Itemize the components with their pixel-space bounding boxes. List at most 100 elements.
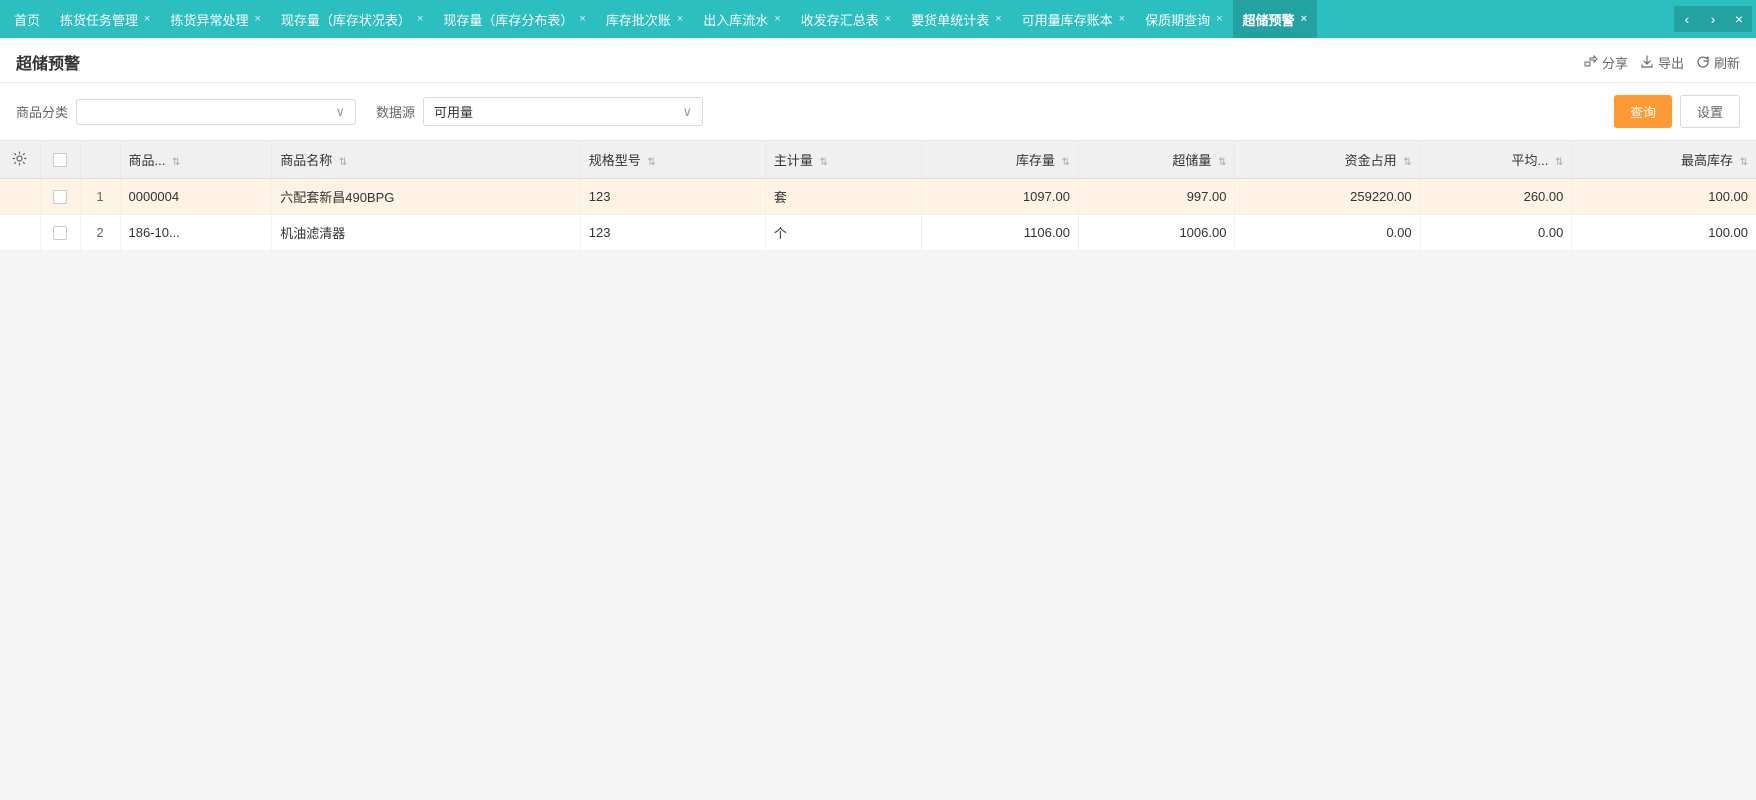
- col-label: 超储量: [1172, 153, 1211, 168]
- col-capital-header[interactable]: 资金占用 ⇅: [1235, 141, 1420, 179]
- nav-label: 拣货任务管理: [60, 10, 138, 29]
- sort-icon: ⇅: [1218, 157, 1226, 168]
- row-max-stock: 100.00: [1572, 179, 1756, 215]
- row-capital: 0.00: [1235, 215, 1420, 251]
- close-icon[interactable]: ×: [1301, 13, 1307, 25]
- col-label: 商品名称: [280, 153, 332, 168]
- refresh-label: 刷新: [1714, 53, 1740, 72]
- nav-next-button[interactable]: ›: [1700, 6, 1726, 32]
- row-avg: 0.00: [1420, 215, 1572, 251]
- row-avg: 260.00: [1420, 179, 1572, 215]
- close-icon[interactable]: ×: [1119, 13, 1125, 25]
- row-no: 2: [80, 215, 120, 251]
- nav-close-button[interactable]: ×: [1726, 6, 1752, 32]
- col-overstock-header[interactable]: 超储量 ⇅: [1078, 141, 1235, 179]
- nav-item-inventory-dist[interactable]: 现存量（库存分布表） ×: [433, 0, 595, 38]
- close-icon[interactable]: ×: [579, 13, 585, 25]
- query-button[interactable]: 查询: [1614, 95, 1672, 128]
- col-label: 规格型号: [589, 153, 641, 168]
- row-gear: [0, 179, 40, 215]
- sort-icon: ⇅: [1740, 157, 1748, 168]
- close-icon[interactable]: ×: [1216, 13, 1222, 25]
- row-overstock: 997.00: [1078, 179, 1235, 215]
- col-label: 库存量: [1016, 153, 1055, 168]
- col-label: 商品...: [129, 153, 166, 168]
- nav-label: 超储预警: [1243, 10, 1295, 29]
- nav-label: 拣货异常处理: [170, 10, 248, 29]
- row-check[interactable]: [40, 179, 80, 215]
- home-label: 首页: [14, 10, 40, 29]
- col-spec-header[interactable]: 规格型号 ⇅: [580, 141, 765, 179]
- nav-label: 要货单统计表: [911, 10, 989, 29]
- col-label: 最高库存: [1681, 153, 1733, 168]
- row-stock: 1097.00: [922, 179, 1079, 215]
- nav-label: 现存量（库存状况表）: [281, 10, 411, 29]
- close-icon[interactable]: ×: [417, 13, 423, 25]
- close-icon[interactable]: ×: [677, 13, 683, 25]
- nav-label: 可用量库存账本: [1022, 10, 1113, 29]
- col-label: 资金占用: [1345, 153, 1397, 168]
- refresh-button[interactable]: 刷新: [1696, 53, 1740, 72]
- col-stock-header[interactable]: 库存量 ⇅: [922, 141, 1079, 179]
- header-checkbox[interactable]: [53, 153, 67, 167]
- datasource-select[interactable]: 可用量 ∨: [423, 97, 703, 126]
- col-label: 主计量: [774, 153, 813, 168]
- col-unit-header[interactable]: 主计量 ⇅: [765, 141, 922, 179]
- nav-bar: 首页 拣货任务管理 × 拣货异常处理 × 现存量（库存状况表） × 现存量（库存…: [0, 0, 1756, 38]
- nav-item-order-stats[interactable]: 要货单统计表 ×: [901, 0, 1011, 38]
- nav-item-in-out-flow[interactable]: 出入库流水 ×: [693, 0, 790, 38]
- gear-icon: [12, 151, 27, 166]
- nav-item-inventory-status[interactable]: 现存量（库存状况表） ×: [271, 0, 433, 38]
- row-overstock: 1006.00: [1078, 215, 1235, 251]
- share-button[interactable]: 分享: [1584, 53, 1628, 72]
- row-gear: [0, 215, 40, 251]
- nav-item-summary[interactable]: 收发存汇总表 ×: [791, 0, 901, 38]
- sort-icon: ⇅: [1062, 157, 1070, 168]
- col-max-stock-header[interactable]: 最高库存 ⇅: [1572, 141, 1756, 179]
- col-avg-header[interactable]: 平均... ⇅: [1420, 141, 1572, 179]
- col-product-code-header[interactable]: 商品... ⇅: [120, 141, 272, 179]
- row-no: 1: [80, 179, 120, 215]
- col-check-header[interactable]: [40, 141, 80, 179]
- share-icon: [1584, 55, 1598, 69]
- category-filter-group: 商品分类 ∨: [16, 99, 356, 125]
- nav-item-available-account[interactable]: 可用量库存账本 ×: [1012, 0, 1135, 38]
- col-gear[interactable]: [0, 141, 40, 179]
- table-container: 商品... ⇅ 商品名称 ⇅ 规格型号 ⇅ 主计量 ⇅ 库存量 ⇅: [0, 141, 1756, 251]
- nav-prev-button[interactable]: ‹: [1674, 6, 1700, 32]
- chevron-down-icon: ∨: [336, 104, 346, 120]
- export-icon: [1640, 55, 1654, 69]
- table-row: 1 0000004 六配套新昌490BPG 123 套 1097.00 997.…: [0, 179, 1756, 215]
- close-icon[interactable]: ×: [995, 13, 1001, 25]
- export-button[interactable]: 导出: [1640, 53, 1684, 72]
- datasource-value: 可用量: [434, 102, 473, 121]
- col-product-name-header[interactable]: 商品名称 ⇅: [272, 141, 581, 179]
- share-label: 分享: [1602, 53, 1628, 72]
- filter-area: 商品分类 ∨ 数据源 可用量 ∨ 查询 设置: [0, 83, 1756, 141]
- row-checkbox[interactable]: [53, 190, 67, 204]
- row-unit: 个: [765, 215, 922, 251]
- nav-item-pick-exception[interactable]: 拣货异常处理 ×: [160, 0, 270, 38]
- nav-item-pick-task[interactable]: 拣货任务管理 ×: [50, 0, 160, 38]
- row-product-code: 186-10...: [120, 215, 272, 251]
- close-icon[interactable]: ×: [144, 13, 150, 25]
- nav-item-home[interactable]: 首页: [4, 0, 50, 38]
- close-icon[interactable]: ×: [885, 13, 891, 25]
- nav-arrows: ‹ › ×: [1674, 6, 1752, 32]
- row-check[interactable]: [40, 215, 80, 251]
- category-select[interactable]: ∨: [76, 99, 356, 125]
- nav-item-overstock-warning[interactable]: 超储预警 ×: [1233, 0, 1317, 38]
- nav-label: 保质期查询: [1145, 10, 1210, 29]
- row-checkbox[interactable]: [53, 226, 67, 240]
- nav-item-batch-account[interactable]: 库存批次账 ×: [596, 0, 693, 38]
- close-icon[interactable]: ×: [254, 13, 260, 25]
- setting-button[interactable]: 设置: [1680, 95, 1740, 128]
- row-spec: 123: [580, 179, 765, 215]
- close-icon[interactable]: ×: [774, 13, 780, 25]
- datasource-label: 数据源: [376, 102, 415, 121]
- row-product-code: 0000004: [120, 179, 272, 215]
- row-product-name: 六配套新昌490BPG: [272, 179, 581, 215]
- category-label: 商品分类: [16, 102, 68, 121]
- page-title: 超储预警: [16, 50, 80, 74]
- nav-item-expiry-query[interactable]: 保质期查询 ×: [1135, 0, 1232, 38]
